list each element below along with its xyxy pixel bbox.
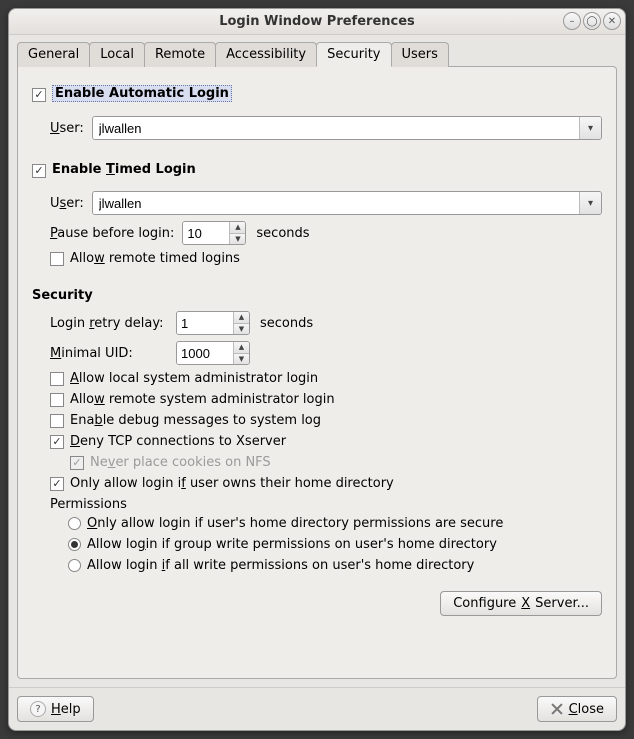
timed-login-user-combo: ▾: [92, 191, 602, 215]
retry-down[interactable]: ▼: [234, 324, 249, 335]
perm-group-row: Allow login if group write permissions o…: [68, 537, 602, 552]
pause-spinner: ▲ ▼: [182, 221, 246, 245]
allow-remote-admin-row: Allow remote system administrator login: [50, 392, 602, 407]
min-uid-spinner: ▲ ▼: [176, 341, 250, 365]
tab-strip: General Local Remote Accessibility Secur…: [17, 42, 617, 67]
security-heading: Security: [32, 288, 602, 303]
pause-unit: seconds: [256, 226, 309, 241]
tab-general[interactable]: General: [17, 42, 90, 67]
tab-local[interactable]: Local: [89, 42, 145, 67]
auto-login-user-row: User: ▾: [50, 116, 602, 140]
timed-login-user-label: User:: [50, 196, 84, 211]
configure-x-button[interactable]: Configure X Server...: [440, 591, 602, 616]
retry-row: Login retry delay: ▲ ▼ seconds: [50, 311, 602, 335]
window-title: Login Window Preferences: [9, 14, 625, 29]
titlebar: Login Window Preferences – ◯ ✕: [9, 9, 625, 35]
timed-login-user-input[interactable]: [93, 192, 579, 214]
never-nfs-label: Never place cookies on NFS: [90, 455, 271, 470]
tab-security[interactable]: Security: [316, 42, 391, 67]
permissions-heading: Permissions: [50, 497, 602, 512]
allow-remote-timed-label: Allow remote timed logins: [70, 251, 240, 266]
pause-row: Pause before login: ▲ ▼ seconds: [50, 221, 602, 245]
allow-remote-admin-checkbox[interactable]: [50, 393, 64, 407]
pause-input[interactable]: [183, 222, 229, 244]
window-controls: – ◯ ✕: [563, 12, 621, 30]
timed-login-checkbox[interactable]: [32, 164, 46, 178]
allow-local-admin-row: Allow local system administrator login: [50, 371, 602, 386]
maximize-icon[interactable]: ◯: [583, 12, 601, 30]
permissions-group: Permissions Only allow login if user's h…: [50, 497, 602, 573]
auto-login-row: Enable Automatic Login: [32, 79, 602, 110]
perm-secure-label: Only allow login if user's home director…: [87, 516, 503, 531]
close-icon[interactable]: ✕: [603, 12, 621, 30]
pause-label: Pause before login:: [50, 226, 174, 241]
perm-group-radio[interactable]: [68, 538, 81, 551]
enable-debug-row: Enable debug messages to system log: [50, 413, 602, 428]
perm-secure-row: Only allow login if user's home director…: [68, 516, 602, 531]
close-label: Close: [569, 702, 604, 717]
min-uid-down[interactable]: ▼: [234, 354, 249, 365]
retry-unit: seconds: [260, 316, 313, 331]
only-owner-row: Only allow login if user owns their home…: [50, 476, 602, 491]
retry-input[interactable]: [177, 312, 233, 334]
allow-remote-timed-checkbox[interactable]: [50, 252, 64, 266]
enable-debug-label: Enable debug messages to system log: [70, 413, 321, 428]
configure-x-row: Configure X Server...: [32, 591, 602, 616]
only-owner-checkbox[interactable]: [50, 477, 64, 491]
allow-remote-timed-row: Allow remote timed logins: [50, 251, 602, 266]
dialog-footer: ? Help Close: [9, 687, 625, 730]
min-uid-up[interactable]: ▲: [234, 342, 249, 354]
allow-remote-admin-label: Allow remote system administrator login: [70, 392, 335, 407]
auto-login-user-label: User:: [50, 121, 84, 136]
perm-secure-radio[interactable]: [68, 517, 81, 530]
minimize-icon[interactable]: –: [563, 12, 581, 30]
deny-tcp-label: Deny TCP connections to Xserver: [70, 434, 286, 449]
auto-login-user-input[interactable]: [93, 117, 579, 139]
timed-login-user-row: User: ▾: [50, 191, 602, 215]
auto-login-label: Enable Automatic Login: [52, 85, 232, 102]
enable-debug-checkbox[interactable]: [50, 414, 64, 428]
auto-login-checkbox[interactable]: [32, 88, 46, 102]
retry-up[interactable]: ▲: [234, 312, 249, 324]
close-button[interactable]: Close: [537, 696, 617, 722]
allow-local-admin-label: Allow local system administrator login: [70, 371, 318, 386]
allow-local-admin-checkbox[interactable]: [50, 372, 64, 386]
pause-up[interactable]: ▲: [230, 222, 245, 234]
retry-spinner: ▲ ▼: [176, 311, 250, 335]
min-uid-label: Minimal UID:: [50, 346, 168, 361]
never-nfs-checkbox: [70, 456, 84, 470]
timed-login-label: Enable Timed Login: [52, 162, 196, 177]
window-content: General Local Remote Accessibility Secur…: [9, 35, 625, 687]
perm-all-label: Allow login if all write permissions on …: [87, 558, 474, 573]
help-icon: ?: [30, 701, 46, 717]
deny-tcp-row: Deny TCP connections to Xserver: [50, 434, 602, 449]
min-uid-row: Minimal UID: ▲ ▼: [50, 341, 602, 365]
preferences-window: Login Window Preferences – ◯ ✕ General L…: [8, 8, 626, 731]
auto-login-user-dropdown[interactable]: ▾: [579, 117, 601, 139]
retry-label: Login retry delay:: [50, 316, 168, 331]
timed-login-row: Enable Timed Login: [32, 156, 602, 185]
min-uid-input[interactable]: [177, 342, 233, 364]
help-label: Help: [51, 702, 81, 717]
security-panel: Enable Automatic Login User: ▾ Enable Ti…: [17, 66, 617, 679]
timed-login-user-dropdown[interactable]: ▾: [579, 192, 601, 214]
tab-accessibility[interactable]: Accessibility: [215, 42, 317, 67]
never-nfs-row: Never place cookies on NFS: [70, 455, 602, 470]
deny-tcp-checkbox[interactable]: [50, 435, 64, 449]
perm-group-label: Allow login if group write permissions o…: [87, 537, 497, 552]
help-button[interactable]: ? Help: [17, 696, 94, 722]
tab-remote[interactable]: Remote: [144, 42, 216, 67]
auto-login-user-combo: ▾: [92, 116, 602, 140]
perm-all-row: Allow login if all write permissions on …: [68, 558, 602, 573]
pause-down[interactable]: ▼: [230, 234, 245, 245]
only-owner-label: Only allow login if user owns their home…: [70, 476, 394, 491]
close-x-icon: [550, 702, 564, 716]
perm-all-radio[interactable]: [68, 559, 81, 572]
tab-users[interactable]: Users: [391, 42, 449, 67]
